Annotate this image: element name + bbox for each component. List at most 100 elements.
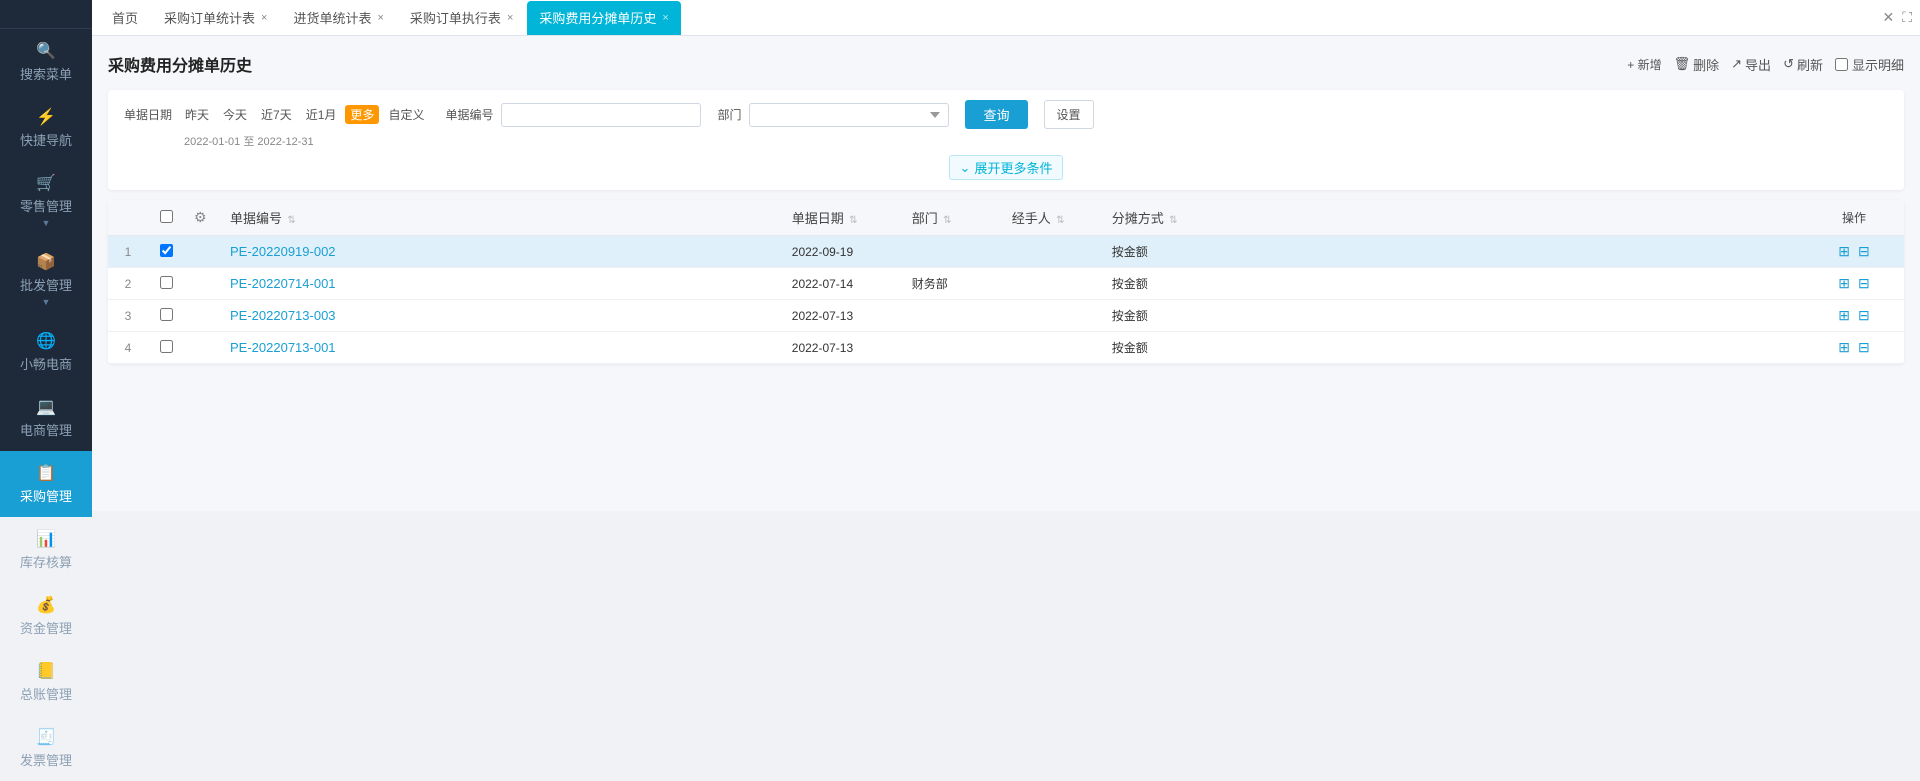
sidebar-item-wholesale[interactable]: 📦 批发管理 ▼ xyxy=(0,240,92,319)
tab-purchase-order-stats[interactable]: 采购订单统计表 × xyxy=(152,1,279,35)
row-checkbox-1[interactable] xyxy=(160,276,173,289)
tab-incoming-stats-close[interactable]: × xyxy=(377,12,383,24)
ecom-small-icon: 🌐 xyxy=(36,331,56,351)
month-btn[interactable]: 近1月 xyxy=(301,105,342,124)
show-cols-checkbox[interactable] xyxy=(1835,58,1848,71)
sidebar-item-search[interactable]: 🔍 搜索菜单 xyxy=(0,29,92,95)
toolbar: + 新增 🗑 删除 ↗ 导出 ↺ 刷新 显示明细 xyxy=(1627,55,1904,74)
docno-filter-group: 单据编号 xyxy=(445,103,701,127)
row-checkbox-3[interactable] xyxy=(160,340,173,353)
tab-bar: 首页 采购订单统计表 × 进货单统计表 × 采购订单执行表 × 采购费用分摊单历… xyxy=(92,0,1920,36)
custom-btn[interactable]: 自定义 xyxy=(383,105,429,124)
date-range-text: 2022-01-01 至 2022-12-31 xyxy=(184,136,314,148)
sidebar-item-finance[interactable]: 💰 资金管理 xyxy=(0,583,92,649)
cell-checkbox-1[interactable] xyxy=(148,268,184,300)
tab-actions: ✕ ⛶ xyxy=(1882,9,1912,26)
col-header-date[interactable]: 单据日期 ⇅ xyxy=(782,200,902,236)
cell-handler-1 xyxy=(1002,268,1102,300)
sidebar-item-ecom[interactable]: 💻 电商管理 xyxy=(0,385,92,451)
action-cell-1: ⊞ ⊟ xyxy=(1814,275,1894,292)
table-row: 4 PE-20220713-001 2022-07-13 按金额 ⊞ ⊟ xyxy=(108,332,1904,364)
refresh-label: 刷新 xyxy=(1797,55,1823,74)
more-icon-2[interactable]: ⊟ xyxy=(1858,307,1870,324)
finance-icon: 💰 xyxy=(36,595,56,615)
sidebar-item-purchase[interactable]: 📋 采购管理 xyxy=(0,451,92,517)
chevron-down-icon: ▼ xyxy=(42,218,51,228)
delete-button[interactable]: 🗑 删除 xyxy=(1674,55,1720,74)
tab-purchase-order-exec[interactable]: 采购订单执行表 × xyxy=(398,1,525,35)
yesterday-btn[interactable]: 昨天 xyxy=(180,105,214,124)
col-header-checkbox[interactable] xyxy=(148,200,184,236)
delete-label: 删除 xyxy=(1693,55,1719,74)
row-checkbox-0[interactable] xyxy=(160,244,173,257)
expand-more-button[interactable]: ⌄ 展开更多条件 xyxy=(949,155,1064,180)
cell-split-3: 按金额 xyxy=(1102,332,1804,364)
quicknav-icon: ⚡ xyxy=(36,107,56,127)
sidebar-item-retail[interactable]: 🛒 零售管理 ▼ xyxy=(0,161,92,240)
sidebar-item-ecom-small[interactable]: 🌐 小畅电商 xyxy=(0,319,92,385)
tab-home-label: 首页 xyxy=(112,8,138,27)
maximize-button[interactable]: ⛶ xyxy=(1902,9,1912,26)
sidebar-item-quicknav[interactable]: ⚡ 快捷导航 xyxy=(0,95,92,161)
edit-icon-3[interactable]: ⊞ xyxy=(1838,339,1850,356)
today-btn[interactable]: 今天 xyxy=(218,105,252,124)
edit-icon-0[interactable]: ⊞ xyxy=(1838,243,1850,260)
docno-link-1[interactable]: PE-20220714-001 xyxy=(230,276,336,291)
refresh-button[interactable]: ↺ 刷新 xyxy=(1783,55,1823,74)
table-row: 2 PE-20220714-001 2022-07-14 财务部 按金额 ⊞ ⊟ xyxy=(108,268,1904,300)
tab-purchase-order-stats-close[interactable]: × xyxy=(261,12,267,24)
dept-select[interactable]: 财务部 xyxy=(749,103,949,127)
cell-dept-0 xyxy=(902,236,1002,268)
close-tab-button[interactable]: ✕ xyxy=(1882,9,1894,26)
select-all-checkbox[interactable] xyxy=(160,210,173,223)
cell-checkbox-0[interactable] xyxy=(148,236,184,268)
query-button[interactable]: 查询 xyxy=(965,100,1027,129)
tab-incoming-stats[interactable]: 进货单统计表 × xyxy=(281,1,395,35)
sidebar-item-ledger[interactable]: 📒 总账管理 xyxy=(0,649,92,715)
chevron-down-expand-icon: ⌄ xyxy=(960,160,971,176)
settings-button[interactable]: 设置 xyxy=(1044,100,1094,129)
sidebar-label-purchase: 采购管理 xyxy=(20,486,72,505)
edit-icon-1[interactable]: ⊞ xyxy=(1838,275,1850,292)
col-header-dept[interactable]: 部门 ⇅ xyxy=(902,200,1002,236)
sidebar-label-invoice: 发票管理 xyxy=(20,750,72,769)
docno-link-2[interactable]: PE-20220713-003 xyxy=(230,308,336,323)
tab-home[interactable]: 首页 xyxy=(100,1,150,35)
tab-purchase-cost-history[interactable]: 采购费用分摊单历史 × xyxy=(527,1,680,35)
col-header-handler[interactable]: 经手人 ⇅ xyxy=(1002,200,1102,236)
cell-docno-0: PE-20220919-002 xyxy=(220,236,782,268)
export-button[interactable]: ↗ 导出 xyxy=(1731,55,1771,74)
sort-icon-handler: ⇅ xyxy=(1056,215,1064,226)
dept-filter-group: 部门 财务部 xyxy=(717,103,949,127)
gear-icon[interactable]: ⚙ xyxy=(194,209,207,225)
show-cols-toggle[interactable]: 显示明细 xyxy=(1835,55,1904,74)
sort-icon-split: ⇅ xyxy=(1169,215,1177,226)
tab-purchase-order-exec-close[interactable]: × xyxy=(507,12,513,24)
more-icon-0[interactable]: ⊟ xyxy=(1858,243,1870,260)
week-btn[interactable]: 近7天 xyxy=(256,105,297,124)
add-button[interactable]: + 新增 xyxy=(1627,56,1661,73)
docno-link-3[interactable]: PE-20220713-001 xyxy=(230,340,336,355)
more-icon-1[interactable]: ⊟ xyxy=(1858,275,1870,292)
show-cols-label: 显示明细 xyxy=(1852,55,1904,74)
expand-more-label: 展开更多条件 xyxy=(974,158,1052,177)
cell-dept-2 xyxy=(902,300,1002,332)
tab-purchase-order-exec-label: 采购订单执行表 xyxy=(410,8,501,27)
col-header-split[interactable]: 分摊方式 ⇅ xyxy=(1102,200,1804,236)
cell-gear-1 xyxy=(184,268,220,300)
docno-input[interactable] xyxy=(501,103,701,127)
row-checkbox-2[interactable] xyxy=(160,308,173,321)
more-btn[interactable]: 更多 xyxy=(345,105,379,124)
cell-action-2: ⊞ ⊟ xyxy=(1804,300,1904,332)
more-icon-3[interactable]: ⊟ xyxy=(1858,339,1870,356)
docno-link-0[interactable]: PE-20220919-002 xyxy=(230,244,336,259)
tab-purchase-cost-history-close[interactable]: × xyxy=(662,12,668,24)
data-table: ⚙ 单据编号 ⇅ 单据日期 ⇅ 部门 ⇅ xyxy=(108,200,1904,364)
edit-icon-2[interactable]: ⊞ xyxy=(1838,307,1850,324)
cell-checkbox-2[interactable] xyxy=(148,300,184,332)
col-handler-label: 经手人 xyxy=(1012,211,1051,226)
sidebar-item-invoice[interactable]: 🧾 发票管理 xyxy=(0,715,92,781)
col-header-docno[interactable]: 单据编号 ⇅ xyxy=(220,200,782,236)
cell-checkbox-3[interactable] xyxy=(148,332,184,364)
sidebar-item-inventory[interactable]: 📊 库存核算 xyxy=(0,517,92,583)
